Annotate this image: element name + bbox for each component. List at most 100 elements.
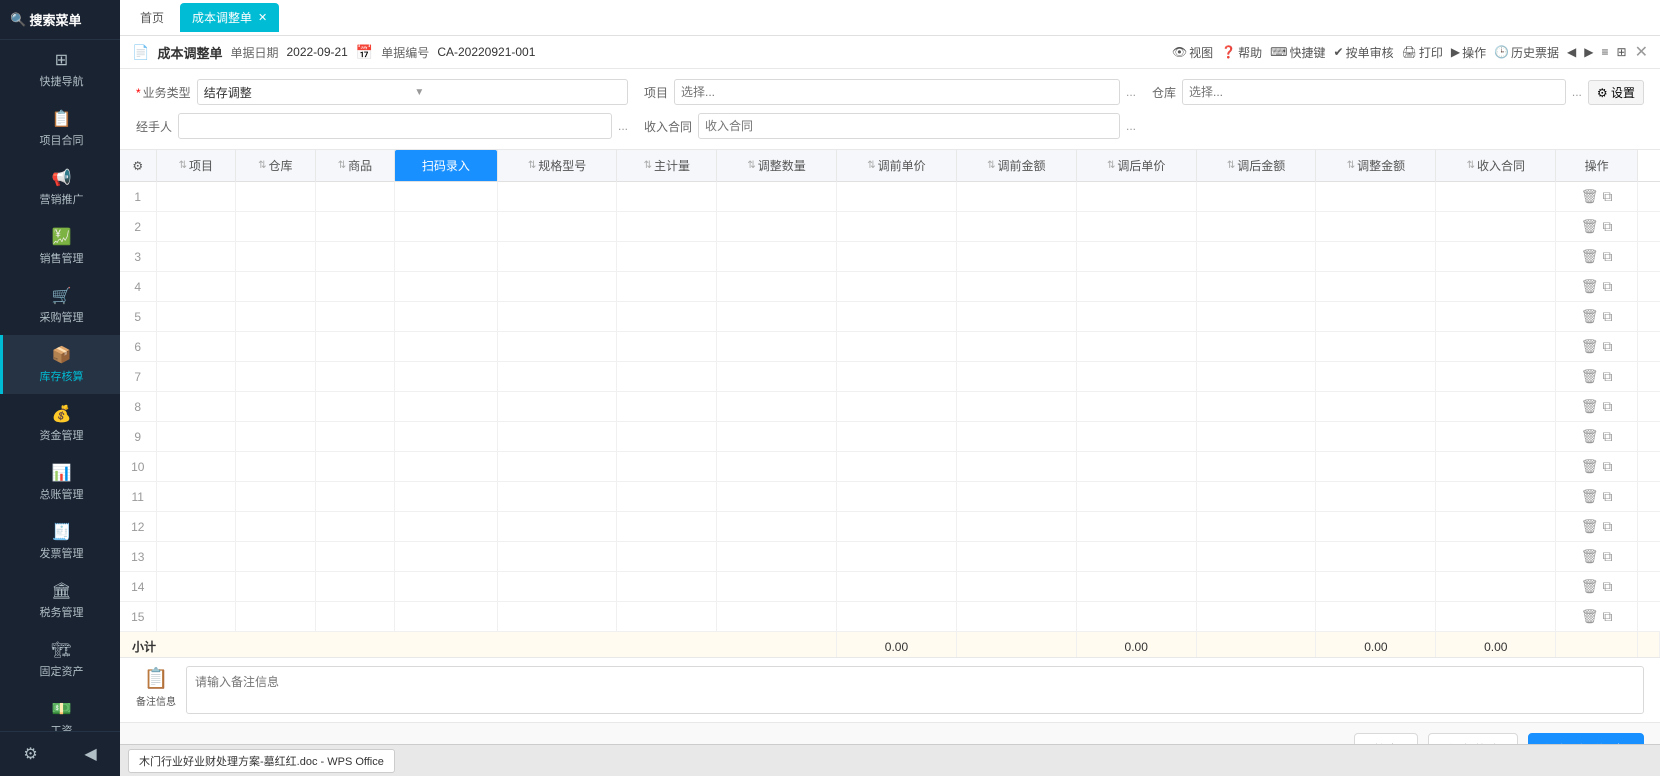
cell[interactable] [717, 242, 837, 272]
cell[interactable] [236, 242, 316, 272]
tab-home[interactable]: 首页 [128, 3, 176, 32]
cell[interactable] [1076, 422, 1196, 452]
cell[interactable] [156, 182, 236, 212]
cell[interactable] [236, 542, 316, 572]
cell[interactable] [1316, 332, 1436, 362]
cell[interactable] [497, 362, 617, 392]
cell[interactable] [1316, 572, 1436, 602]
cell[interactable] [1436, 422, 1556, 452]
cell[interactable] [497, 452, 617, 482]
cell[interactable] [956, 572, 1076, 602]
view-grid-action[interactable]: ⊞ [1617, 45, 1627, 59]
cell[interactable] [395, 422, 497, 452]
cell[interactable] [315, 542, 395, 572]
copy-row-button[interactable]: ⧉ [1601, 488, 1615, 504]
delete-row-button[interactable]: 🗑 [1579, 188, 1601, 204]
cell[interactable] [497, 242, 617, 272]
delete-row-button[interactable]: 🗑 [1579, 518, 1601, 534]
cell[interactable] [395, 332, 497, 362]
cell[interactable] [156, 482, 236, 512]
cell[interactable] [717, 302, 837, 332]
cell[interactable] [617, 602, 717, 632]
cell[interactable] [1076, 572, 1196, 602]
cell[interactable] [1076, 332, 1196, 362]
cell[interactable] [1076, 272, 1196, 302]
cell[interactable] [717, 482, 837, 512]
adjust-amount-sort-icon[interactable]: ⇅ [1347, 160, 1355, 171]
cell[interactable] [1196, 362, 1316, 392]
cell[interactable] [837, 602, 957, 632]
spec-sort-icon[interactable]: ⇅ [528, 160, 536, 171]
cell[interactable] [617, 422, 717, 452]
copy-row-button[interactable]: ⧉ [1601, 428, 1615, 444]
cell[interactable] [236, 272, 316, 302]
cell[interactable] [395, 542, 497, 572]
warehouse-sort-icon[interactable]: ⇅ [258, 160, 266, 171]
cell[interactable] [1436, 512, 1556, 542]
cell[interactable] [1196, 482, 1316, 512]
cell[interactable] [315, 272, 395, 302]
cell[interactable] [1436, 362, 1556, 392]
col-settings[interactable]: ⚙ [120, 150, 156, 182]
cell[interactable] [1196, 272, 1316, 302]
remarks-icon-btn[interactable]: 📋 备注信息 [136, 666, 176, 708]
cell[interactable] [1316, 392, 1436, 422]
operation-action[interactable]: ▶ 操作 [1451, 44, 1486, 61]
cell[interactable] [395, 572, 497, 602]
cell[interactable] [837, 332, 957, 362]
delete-row-button[interactable]: 🗑 [1579, 608, 1601, 624]
copy-row-button[interactable]: ⧉ [1601, 518, 1615, 534]
cell[interactable] [837, 212, 957, 242]
cell[interactable] [1076, 212, 1196, 242]
cell[interactable] [837, 272, 957, 302]
delete-row-button[interactable]: 🗑 [1579, 548, 1601, 564]
cell[interactable] [956, 392, 1076, 422]
cell[interactable] [956, 362, 1076, 392]
warehouse-input[interactable] [1182, 79, 1566, 105]
cell[interactable] [1196, 302, 1316, 332]
sidebar-item-tax[interactable]: 🏛 税务管理 [0, 571, 120, 630]
nav-next-action[interactable]: ▶ [1584, 45, 1593, 59]
sidebar-item-purchase-mgmt[interactable]: 🛒 采购管理 [0, 276, 120, 335]
income-contract-input[interactable] [698, 113, 1120, 139]
cell[interactable] [717, 572, 837, 602]
sidebar-item-invoice[interactable]: 🧾 发票管理 [0, 512, 120, 571]
cell[interactable] [236, 452, 316, 482]
cell[interactable] [1076, 302, 1196, 332]
audit-action[interactable]: ✔ 按单审核 [1334, 44, 1394, 61]
cell[interactable] [1436, 302, 1556, 332]
cell[interactable] [837, 422, 957, 452]
cell[interactable] [1316, 422, 1436, 452]
cell[interactable] [1196, 512, 1316, 542]
cell[interactable] [1316, 302, 1436, 332]
cell[interactable] [956, 482, 1076, 512]
cell[interactable] [156, 332, 236, 362]
help-action[interactable]: ❓ 帮助 [1221, 44, 1262, 61]
cell[interactable] [837, 242, 957, 272]
cell[interactable] [717, 272, 837, 302]
cell[interactable] [236, 482, 316, 512]
cell[interactable] [617, 452, 717, 482]
cell[interactable] [1316, 512, 1436, 542]
taskbar-wps-item[interactable]: 木门行业好业财处理方案-墓红红.doc - WPS Office [128, 749, 395, 773]
cell[interactable] [315, 602, 395, 632]
sidebar-item-quick-nav[interactable]: ⊞ 快捷导航 [0, 40, 120, 99]
collapse-icon[interactable]: ◀ [80, 740, 100, 768]
cell[interactable] [156, 452, 236, 482]
cell[interactable] [395, 392, 497, 422]
cell[interactable] [717, 362, 837, 392]
before-amount-sort-icon[interactable]: ⇅ [987, 160, 995, 171]
sidebar-item-sales-mgmt[interactable]: 💹 销售管理 [0, 217, 120, 276]
history-action[interactable]: 🕒 历史票据 [1494, 44, 1559, 61]
delete-row-button[interactable]: 🗑 [1579, 488, 1601, 504]
sidebar-item-fixed-assets[interactable]: 🏗 固定资产 [0, 630, 120, 689]
cell[interactable] [1436, 572, 1556, 602]
cell[interactable] [315, 242, 395, 272]
cell[interactable] [497, 302, 617, 332]
cell[interactable] [717, 452, 837, 482]
cell[interactable] [1076, 602, 1196, 632]
close-panel-button[interactable]: ✕ [1635, 42, 1648, 62]
cell[interactable] [156, 422, 236, 452]
cell[interactable] [156, 272, 236, 302]
cell[interactable] [956, 182, 1076, 212]
